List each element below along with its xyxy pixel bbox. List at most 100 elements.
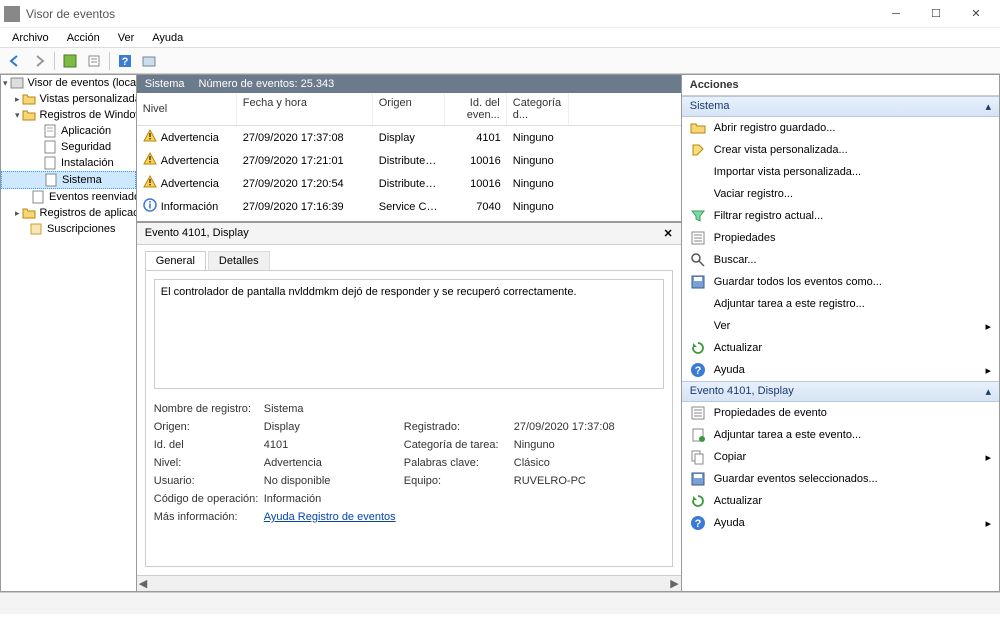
collapse-icon[interactable]: ▾ [15,110,20,121]
action-label: Ver [714,320,731,332]
action-label: Buscar... [714,254,757,266]
action-item[interactable]: Guardar eventos seleccionados... [682,468,999,490]
action-item[interactable]: Crear vista personalizada... [682,139,999,161]
expand-icon[interactable]: ▸ [15,208,20,219]
search-icon [690,252,706,268]
log-icon [43,140,57,154]
tab-details[interactable]: Detalles [208,251,270,270]
tree-setup[interactable]: Instalación [1,155,136,171]
close-button[interactable]: ✕ [956,4,996,24]
table-row[interactable]: Información27/09/2020 17:16:39Service Co… [137,195,681,218]
tree-system[interactable]: Sistema [1,171,136,189]
menu-ayuda[interactable]: Ayuda [144,30,191,46]
actions-section-system: Sistema ▴ [682,96,999,117]
tree-subscriptions[interactable]: Suscripciones [1,221,136,237]
table-row[interactable]: Advertencia27/09/2020 17:20:54Distribute… [137,172,681,195]
action-item[interactable]: Copiar▸ [682,446,999,468]
events-grid[interactable]: Nivel Fecha y hora Origen Id. del even..… [137,93,681,221]
col-category[interactable]: Categoría d... [507,93,569,125]
log-icon [43,124,57,138]
warning-icon [143,129,157,146]
props-icon [690,230,706,246]
action-label: Crear vista personalizada... [714,144,848,156]
action-item[interactable]: Propiedades [682,227,999,249]
detail-scrollbar[interactable]: ◀▶ [137,575,681,591]
app-icon [4,6,20,22]
action-item[interactable]: Actualizar [682,337,999,359]
back-button[interactable] [4,50,26,72]
collapse-icon[interactable]: ▴ [985,100,991,113]
main-area: ▾ Visor de eventos (local) ▸ Vistas pers… [0,74,1000,592]
properties-button[interactable] [83,50,105,72]
action-item[interactable]: Actualizar [682,490,999,512]
help-button[interactable]: ? [114,50,136,72]
action-item[interactable]: Buscar... [682,249,999,271]
tree-forwarded[interactable]: Eventos reenviados [1,189,136,205]
collapse-icon[interactable]: ▾ [3,78,8,89]
expand-icon[interactable]: ▸ [15,94,20,105]
blank-icon [690,186,706,202]
actions-section-event: Evento 4101, Display ▴ [682,381,999,402]
collapse-icon[interactable]: ▴ [985,385,991,398]
table-row[interactable]: Advertencia27/09/2020 17:21:01Distribute… [137,149,681,172]
show-hide-tree-button[interactable] [59,50,81,72]
tree-custom-views[interactable]: ▸ Vistas personalizadas [1,91,136,107]
attach-icon [690,427,706,443]
props-icon [690,405,706,421]
svg-text:?: ? [694,518,701,530]
help-icon: ? [690,362,706,378]
action-item[interactable]: Ver▸ [682,315,999,337]
menu-accion[interactable]: Acción [59,30,108,46]
menu-archivo[interactable]: Archivo [4,30,57,46]
action-item[interactable]: Adjuntar tarea a este evento... [682,424,999,446]
tree-windows-logs[interactable]: ▾ Registros de Windows [1,107,136,123]
tree-security[interactable]: Seguridad [1,139,136,155]
refresh-icon [690,340,706,356]
action-label: Ayuda [714,517,745,529]
save-icon [690,274,706,290]
tree-app-services[interactable]: ▸ Registros de aplicaciones y servicios [1,205,136,221]
refresh-button[interactable] [138,50,160,72]
detail-properties: Nombre de registro: Sistema Origen: Disp… [154,403,664,523]
close-detail-button[interactable]: ✕ [664,227,673,240]
forward-button[interactable] [28,50,50,72]
action-item[interactable]: Abrir registro guardado... [682,117,999,139]
statusbar [0,592,1000,614]
events-title: Sistema [145,78,185,90]
grid-header: Nivel Fecha y hora Origen Id. del even..… [137,93,681,126]
log-icon [31,190,45,204]
maximize-button[interactable]: ☐ [916,4,956,24]
minimize-button[interactable]: ─ [876,4,916,24]
action-item[interactable]: Importar vista personalizada... [682,161,999,183]
action-item[interactable]: Vaciar registro... [682,183,999,205]
folder-icon [22,108,36,122]
warning-icon [143,152,157,169]
chevron-right-icon: ▸ [985,364,991,377]
col-date[interactable]: Fecha y hora [237,93,373,125]
action-item[interactable]: ?Ayuda▸ [682,512,999,534]
blank-icon [690,296,706,312]
actions-panel: Acciones Sistema ▴ Abrir registro guarda… [681,74,1000,592]
create-icon [690,142,706,158]
more-info-link[interactable]: Ayuda Registro de eventos [264,511,396,523]
menu-ver[interactable]: Ver [110,30,143,46]
action-item[interactable]: Propiedades de evento [682,402,999,424]
action-item[interactable]: Guardar todos los eventos como... [682,271,999,293]
col-origin[interactable]: Origen [373,93,445,125]
refresh-icon [690,493,706,509]
log-icon [43,156,57,170]
tree-panel[interactable]: ▾ Visor de eventos (local) ▸ Vistas pers… [0,74,137,592]
col-level[interactable]: Nivel [137,93,237,125]
action-item[interactable]: ? Ayuda ▸ [682,359,999,381]
tree-application[interactable]: Aplicación [1,123,136,139]
window-controls: ─ ☐ ✕ [876,4,996,24]
action-item[interactable]: Adjuntar tarea a este registro... [682,293,999,315]
table-row[interactable]: Advertencia27/09/2020 17:37:08Display410… [137,126,681,149]
folder-icon [22,206,36,220]
action-item[interactable]: Filtrar registro actual... [682,205,999,227]
action-label: Adjuntar tarea a este evento... [714,429,861,441]
action-label: Ayuda [714,364,745,376]
tree-root[interactable]: ▾ Visor de eventos (local) [1,75,136,91]
col-id[interactable]: Id. del even... [445,93,507,125]
tab-general[interactable]: General [145,251,206,270]
